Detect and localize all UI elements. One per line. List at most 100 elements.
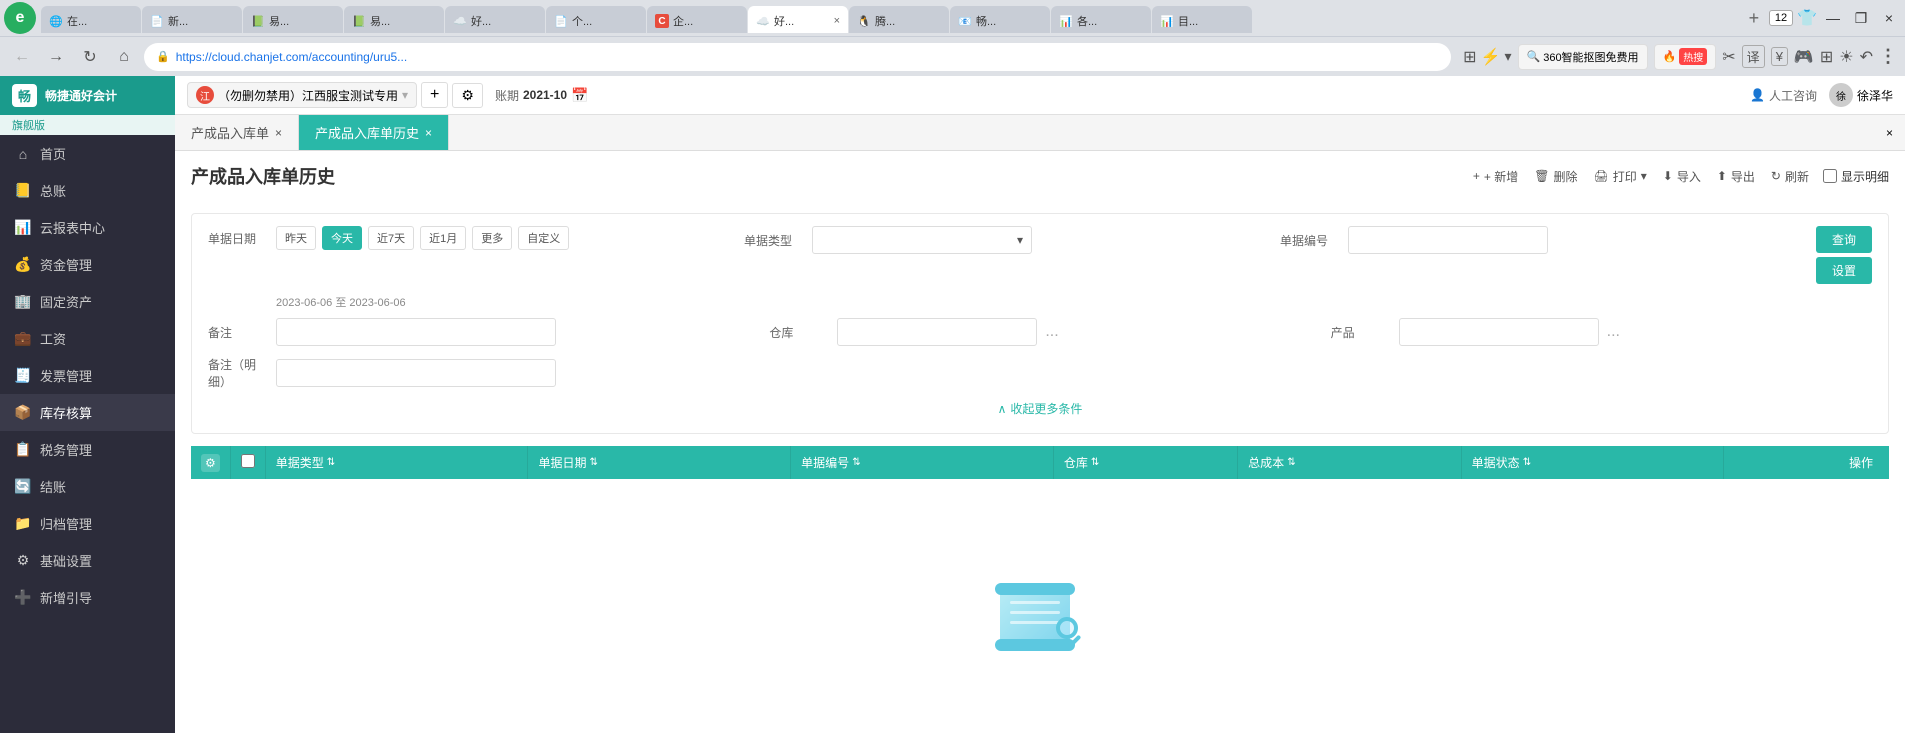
print-button[interactable]: 🖨 打印 ▾	[1591, 164, 1648, 189]
ai-consult-link[interactable]: 👤 人工咨询	[1750, 87, 1817, 104]
sidebar-item-assets[interactable]: 🏢 固定资产	[0, 283, 175, 320]
note-filter-input[interactable]	[276, 318, 556, 346]
col-date[interactable]: 单据日期⇅	[528, 446, 791, 479]
date-1month[interactable]: 近1月	[420, 226, 466, 250]
tab-close-8[interactable]: ×	[834, 15, 840, 27]
col-checkbox[interactable]	[230, 446, 265, 479]
translate-icon[interactable]: 译	[1742, 45, 1765, 68]
tab-list-close[interactable]: ×	[275, 126, 282, 140]
col-type[interactable]: 单据类型⇅	[265, 446, 528, 479]
warehouse-filter-input[interactable]	[837, 318, 1037, 346]
sidebar-item-settings[interactable]: ⚙ 基础设置	[0, 542, 175, 579]
ai-consult-label: 人工咨询	[1769, 87, 1817, 104]
browser-tab-11[interactable]: 📊 各...	[1051, 6, 1151, 33]
sidebar-item-payroll[interactable]: 💼 工资	[0, 320, 175, 357]
col-settings[interactable]: ⚙	[191, 446, 230, 479]
browser-tab-2[interactable]: 📄 新...	[142, 6, 242, 33]
date-yesterday[interactable]: 昨天	[276, 226, 316, 250]
browser-tab-4[interactable]: 📗 易...	[344, 6, 444, 33]
import-button[interactable]: ⬇ 导入	[1661, 164, 1703, 189]
sidebar-item-checkout[interactable]: 🔄 结账	[0, 468, 175, 505]
nav-sub-header: 旗舰版	[0, 115, 175, 135]
browser-tab-3[interactable]: 📗 易...	[243, 6, 343, 33]
sidebar-item-tax[interactable]: 📋 税务管理	[0, 431, 175, 468]
date-more[interactable]: 更多	[472, 226, 512, 250]
browser-tab-7[interactable]: C 企...	[647, 6, 747, 33]
restore-button[interactable]: ❐	[1849, 6, 1873, 30]
sidebar-item-funds[interactable]: 💰 资金管理	[0, 246, 175, 283]
number-filter-input[interactable]	[1348, 226, 1548, 254]
refresh-browser-button[interactable]: ↻	[76, 43, 104, 71]
address-bar-input[interactable]: 🔒 https://cloud.chanjet.com/accounting/u…	[144, 43, 1451, 71]
show-detail-checkbox[interactable]	[1823, 169, 1837, 183]
browser-tab-8[interactable]: ☁️ 好... ×	[748, 6, 848, 33]
date-7days[interactable]: 近7天	[368, 226, 414, 250]
sidebar-label-ledger: 总账	[40, 181, 66, 200]
back-button[interactable]: ←	[8, 43, 36, 71]
more-icon[interactable]: ⋮	[1879, 46, 1897, 67]
user-profile[interactable]: 徐 徐泽华	[1829, 83, 1893, 107]
product-filter-input[interactable]	[1399, 318, 1599, 346]
col-warehouse[interactable]: 仓库⇅	[1053, 446, 1237, 479]
browser-tab-9[interactable]: 🐧 腾...	[849, 6, 949, 33]
account-selector[interactable]: 江 （勿删勿禁用）江西服宝测试专用 ▾	[187, 82, 417, 108]
col-total-cost[interactable]: 总成本⇅	[1238, 446, 1462, 479]
sidebar-item-home[interactable]: ⌂ 首页	[0, 135, 175, 172]
sidebar-item-report[interactable]: 📊 云报表中心	[0, 209, 175, 246]
date-custom[interactable]: 自定义	[518, 226, 569, 250]
collapse-filter-button[interactable]: ∧ 收起更多条件	[208, 396, 1872, 421]
tab-list[interactable]: 产成品入库单 ×	[175, 115, 299, 150]
total-cost-col-label: 总成本	[1248, 454, 1284, 471]
add-account-button[interactable]: +	[421, 82, 448, 108]
forward-button[interactable]: →	[42, 43, 70, 71]
select-all-checkbox[interactable]	[241, 454, 255, 468]
search-btn[interactable]: 🔍 360智能抠图免费用	[1518, 44, 1648, 70]
browser-tab-1[interactable]: 🌐 在...	[41, 6, 141, 33]
sidebar-item-newbill[interactable]: ➕ 新增引导	[0, 579, 175, 616]
address-url: https://cloud.chanjet.com/accounting/uru…	[176, 50, 407, 64]
hot-search-btn[interactable]: 🔥 热搜	[1654, 44, 1717, 70]
tab-history-close[interactable]: ×	[425, 126, 432, 140]
undo-icon[interactable]: ↶	[1860, 47, 1873, 67]
sidebar-label-checkout: 结账	[40, 477, 66, 496]
add-button[interactable]: + + 新增	[1471, 164, 1520, 189]
table-settings-icon[interactable]: ⚙	[201, 454, 220, 472]
export-button[interactable]: ⬆ 导出	[1715, 164, 1757, 189]
tab-close-all[interactable]: ×	[1886, 126, 1905, 140]
query-button[interactable]: 查询	[1816, 226, 1872, 253]
sidebar-item-ledger[interactable]: 📒 总账	[0, 172, 175, 209]
close-button[interactable]: ×	[1877, 6, 1901, 30]
product-filter-dots[interactable]: ...	[1607, 323, 1620, 341]
delete-button[interactable]: 🗑 删除	[1532, 164, 1579, 189]
home-button[interactable]: ⌂	[110, 43, 138, 71]
grid-icon[interactable]: ⊞	[1820, 47, 1833, 67]
browser-tab-12[interactable]: 📊 目...	[1152, 6, 1252, 33]
col-number[interactable]: 单据编号⇅	[791, 446, 1054, 479]
refresh-button[interactable]: ↻ 刷新	[1769, 164, 1811, 189]
show-detail-option[interactable]: 显示明细	[1823, 168, 1889, 185]
note-detail-filter-input[interactable]	[276, 359, 556, 387]
browser-tab-10[interactable]: 📧 畅...	[950, 6, 1050, 33]
dropdown-icon[interactable]: ▾	[1504, 48, 1511, 65]
new-tab-button[interactable]: +	[1740, 4, 1768, 32]
yuan-icon[interactable]: ¥	[1771, 47, 1788, 66]
browser-tab-5[interactable]: ☁️ 好...	[445, 6, 545, 33]
browser-tab-6[interactable]: 📄 个...	[546, 6, 646, 33]
minimize-button[interactable]: —	[1821, 6, 1845, 30]
col-status[interactable]: 单据状态⇅	[1461, 446, 1724, 479]
sidebar-label-newbill: 新增引导	[40, 588, 92, 607]
lightning-icon[interactable]: ⚡	[1481, 47, 1501, 67]
sidebar-item-archive[interactable]: 📁 归档管理	[0, 505, 175, 542]
sidebar-item-inventory[interactable]: 📦 库存核算	[0, 394, 175, 431]
sun-icon[interactable]: ☀	[1839, 47, 1853, 67]
account-settings-button[interactable]: ⚙	[452, 83, 483, 108]
filter-settings-button[interactable]: 设置	[1816, 257, 1872, 284]
scissor-icon[interactable]: ✂	[1722, 47, 1735, 67]
calendar-icon[interactable]: 📅	[571, 87, 588, 104]
date-today[interactable]: 今天	[322, 226, 362, 250]
sidebar-item-invoice[interactable]: 🧾 发票管理	[0, 357, 175, 394]
type-filter-select[interactable]: ▾	[812, 226, 1032, 254]
tab-history[interactable]: 产成品入库单历史 ×	[299, 115, 449, 150]
game-icon[interactable]: 🎮	[1794, 47, 1814, 67]
warehouse-filter-dots[interactable]: ...	[1045, 323, 1058, 341]
